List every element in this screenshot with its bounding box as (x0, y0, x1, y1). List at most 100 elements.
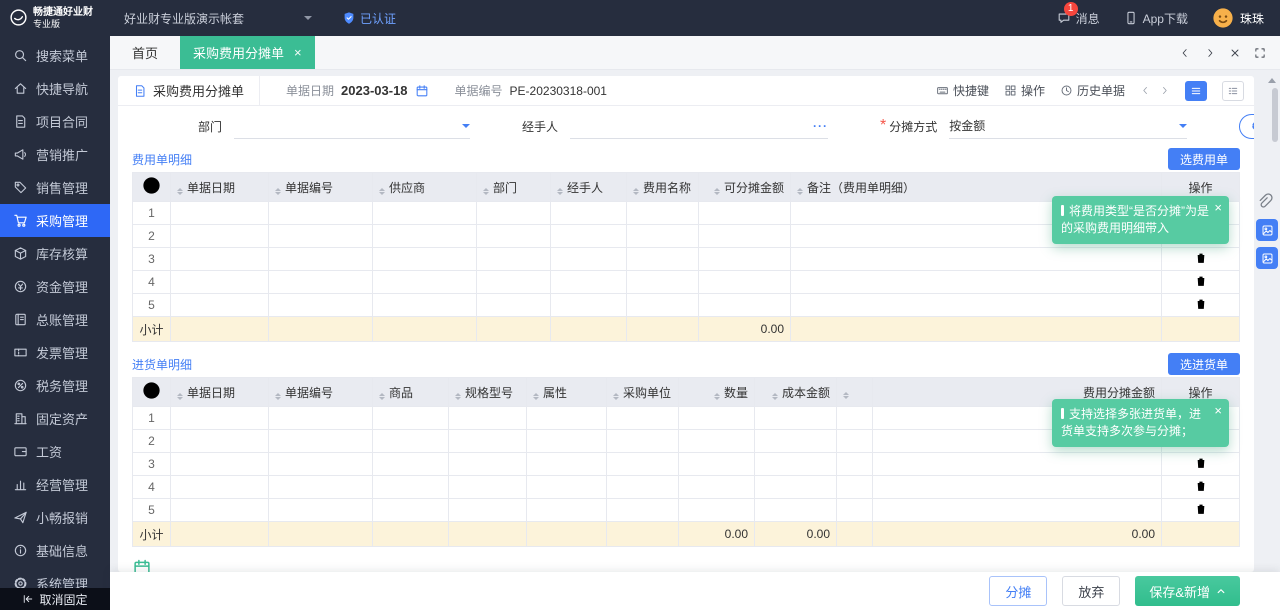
grid-cell[interactable] (836, 429, 873, 453)
grid-cell[interactable] (526, 498, 607, 522)
grid-cell[interactable] (170, 498, 269, 522)
form-title-tab[interactable]: 采购费用分摊单 (118, 76, 261, 105)
sidebar-item-doc[interactable]: 项目合同 (0, 105, 110, 138)
close-icon[interactable]: × (1214, 404, 1222, 417)
grid-cell[interactable] (626, 224, 699, 248)
grid-cell[interactable] (268, 406, 373, 430)
grid-cell[interactable] (372, 406, 449, 430)
sidebar-item-horn[interactable]: 营销推广 (0, 138, 110, 171)
column-header[interactable] (836, 377, 873, 407)
column-header[interactable]: 部门 (476, 172, 551, 202)
grid-cell[interactable] (170, 293, 269, 317)
grid-cell[interactable] (476, 224, 551, 248)
close-icon[interactable]: × (1214, 201, 1222, 214)
detail-view-toggle[interactable] (1222, 80, 1244, 101)
grid-cell[interactable] (372, 247, 477, 271)
grid-cell[interactable] (754, 498, 837, 522)
grid-cell[interactable] (372, 452, 449, 476)
grid-cell[interactable] (836, 475, 873, 499)
grid-cell[interactable] (448, 475, 527, 499)
grid-cell[interactable] (698, 270, 791, 294)
grid-cell[interactable] (678, 452, 755, 476)
grid-cell[interactable] (836, 498, 873, 522)
delete-row-icon[interactable] (1194, 251, 1208, 265)
sidebar-item-book[interactable]: 总账管理 (0, 303, 110, 336)
grid-cell[interactable] (170, 224, 269, 248)
grid-cell[interactable] (754, 429, 837, 453)
grid-cell[interactable] (268, 498, 373, 522)
grid-cell[interactable] (448, 406, 527, 430)
grid-cell[interactable] (476, 293, 551, 317)
tab-close-icon[interactable]: × (294, 45, 302, 60)
sidebar-item-tag[interactable]: 销售管理 (0, 171, 110, 204)
grid-cell[interactable] (268, 475, 373, 499)
grid-cell[interactable] (476, 247, 551, 271)
grid-settings-gear-icon[interactable] (132, 377, 171, 407)
allocation-method-select[interactable]: 按金额 (949, 114, 1188, 139)
grid-cell[interactable] (550, 224, 627, 248)
grid-cell[interactable] (170, 452, 269, 476)
scrollbar-thumb[interactable] (1272, 88, 1278, 142)
calendar-icon[interactable] (415, 84, 429, 98)
grid-cell[interactable] (448, 429, 527, 453)
grid-cell[interactable] (372, 475, 449, 499)
grid-cell[interactable] (626, 293, 699, 317)
grid-cell[interactable] (476, 270, 551, 294)
grid-cell[interactable] (698, 224, 791, 248)
grid-cell[interactable] (698, 293, 791, 317)
sidebar-item-percent[interactable]: 税务管理 (0, 369, 110, 402)
grid-settings-gear-icon[interactable] (132, 172, 171, 202)
column-header[interactable]: 单据编号 (268, 172, 373, 202)
next-doc-icon[interactable] (1159, 85, 1170, 96)
sidebar-item-home[interactable]: 快捷导航 (0, 72, 110, 105)
grid-cell[interactable] (698, 247, 791, 271)
delete-row-icon[interactable] (1194, 274, 1208, 288)
shortcuts-button[interactable]: 快捷键 (936, 82, 989, 99)
grid-cell[interactable] (678, 475, 755, 499)
grid-cell[interactable] (754, 475, 837, 499)
grid-cell[interactable] (170, 406, 269, 430)
grid-cell[interactable] (170, 475, 269, 499)
grid-cell[interactable] (372, 224, 477, 248)
column-header[interactable]: 数量 (678, 377, 755, 407)
float-image-button-2[interactable] (1256, 247, 1278, 269)
account-book-select[interactable]: 好业财专业版演示帐套 (124, 10, 312, 27)
column-header[interactable]: 费用名称 (626, 172, 699, 202)
discard-button[interactable]: 放弃 (1062, 576, 1121, 606)
grid-cell[interactable] (606, 475, 679, 499)
grid-cell[interactable] (448, 498, 527, 522)
messages-button[interactable]: 1 消息 (1057, 1, 1100, 27)
column-header[interactable]: 单据编号 (268, 377, 373, 407)
sidebar-item-info[interactable]: 基础信息 (0, 534, 110, 567)
grid-cell[interactable] (448, 452, 527, 476)
grid-cell[interactable] (872, 498, 1162, 522)
column-header[interactable]: 采购单位 (606, 377, 679, 407)
sidebar-item-box[interactable]: 库存核算 (0, 237, 110, 270)
grid-cell[interactable] (550, 270, 627, 294)
column-header[interactable]: 规格型号 (448, 377, 527, 407)
grid-cell[interactable] (872, 475, 1162, 499)
delete-row-icon[interactable] (1194, 297, 1208, 311)
allocate-button[interactable]: 分摊 (989, 576, 1048, 606)
column-header[interactable]: 供应商 (372, 172, 477, 202)
list-view-toggle[interactable] (1185, 80, 1207, 101)
settings-button[interactable]: 设置 (1239, 113, 1254, 139)
grid-cell[interactable] (606, 498, 679, 522)
column-header[interactable]: 可分摊金额 (698, 172, 791, 202)
grid-cell[interactable] (170, 429, 269, 453)
unpin-sidebar-button[interactable]: 取消固定 (0, 588, 110, 610)
delete-row-icon[interactable] (1194, 479, 1208, 493)
sidebar-item-coin[interactable]: 资金管理 (0, 270, 110, 303)
app-download-button[interactable]: App下载 (1124, 10, 1188, 27)
grid-cell[interactable] (550, 247, 627, 271)
history-button[interactable]: 历史单据 (1060, 82, 1125, 99)
column-header[interactable]: 属性 (526, 377, 607, 407)
column-header[interactable]: 单据日期 (170, 172, 269, 202)
user-menu[interactable]: 珠珠 (1212, 7, 1264, 29)
delete-row-icon[interactable] (1194, 456, 1208, 470)
grid-cell[interactable] (268, 270, 373, 294)
grid-cell[interactable] (372, 429, 449, 453)
select-purchase-doc-button[interactable]: 选进货单 (1167, 353, 1240, 375)
scroll-up-arrow[interactable] (1268, 74, 1276, 83)
grid-cell[interactable] (606, 406, 679, 430)
